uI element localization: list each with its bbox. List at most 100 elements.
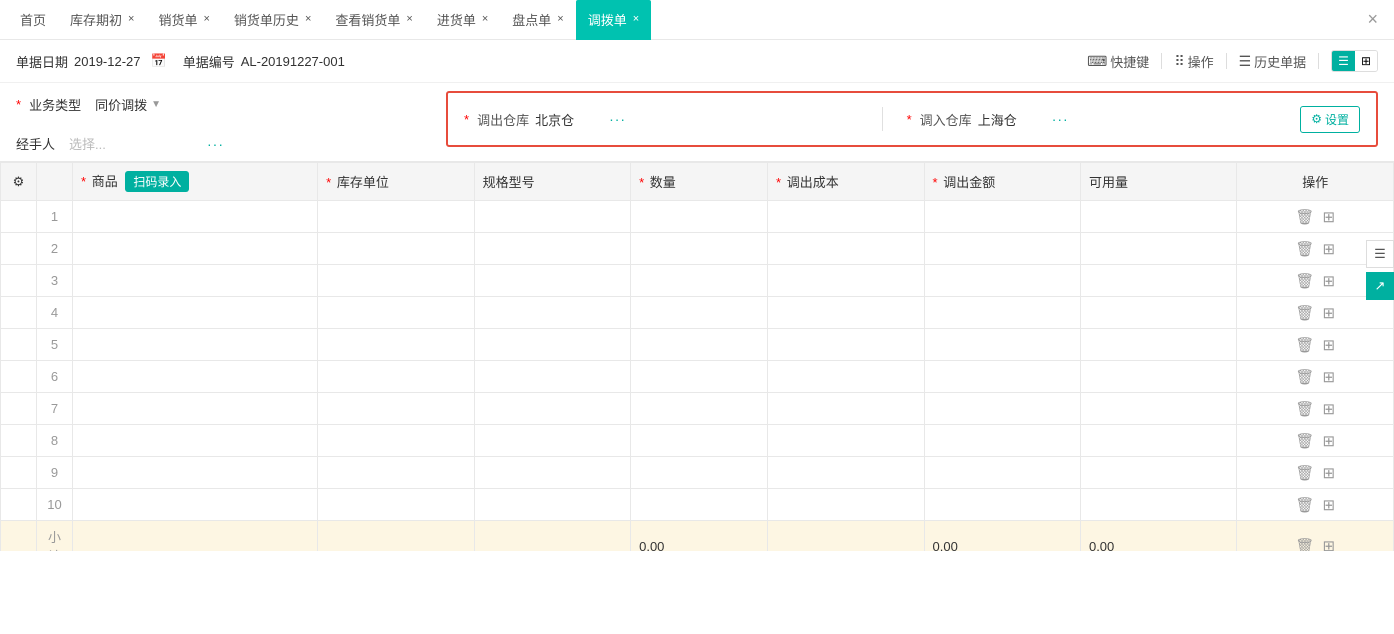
row-amount-cell[interactable] [924,361,1080,393]
tab-view-sales[interactable]: 查看销货单 × [323,0,424,40]
row-spec-cell[interactable] [474,297,630,329]
tab-sales-order[interactable]: 销货单 × [146,0,221,40]
tab-inventory-check[interactable]: 盘点单 × [500,0,575,40]
tab-inventory-open-close[interactable]: × [128,14,134,25]
row-qty-cell[interactable] [631,233,768,265]
row-cost-cell[interactable] [768,425,924,457]
tab-inventory-open[interactable]: 库存期初 × [58,0,146,40]
row-cost-cell[interactable] [768,489,924,521]
copy-icon[interactable]: ⊞ [1322,304,1335,322]
row-product-cell[interactable] [73,489,318,521]
tab-transfer-order-close[interactable]: × [633,14,639,25]
copy-icon[interactable]: ⊞ [1322,240,1335,258]
view-toggle-grid[interactable]: ⊞ [1355,51,1377,71]
row-available-cell[interactable] [1080,297,1236,329]
row-spec-cell[interactable] [474,233,630,265]
row-cost-cell[interactable] [768,329,924,361]
row-available-cell[interactable] [1080,329,1236,361]
warehouse-out-more-icon[interactable]: ··· [609,111,626,127]
row-available-cell[interactable] [1080,489,1236,521]
row-spec-cell[interactable] [474,329,630,361]
warehouse-in-more-icon[interactable]: ··· [1052,111,1069,127]
handler-more-icon[interactable]: ··· [207,136,224,152]
delete-icon[interactable]: 🗑 [1295,272,1314,290]
tab-view-sales-close[interactable]: × [406,14,412,25]
delete-icon[interactable]: 🗑 [1295,368,1314,386]
row-unit-cell[interactable] [318,361,474,393]
row-product-cell[interactable] [73,425,318,457]
row-amount-cell[interactable] [924,297,1080,329]
row-amount-cell[interactable] [924,489,1080,521]
copy-icon[interactable]: ⊞ [1322,432,1335,450]
row-amount-cell[interactable] [924,393,1080,425]
right-expand-btn[interactable]: ↗ [1366,272,1394,300]
row-cost-cell[interactable] [768,233,924,265]
copy-icon[interactable]: ⊞ [1322,208,1335,226]
row-spec-cell[interactable] [474,361,630,393]
business-type-select[interactable]: 同价调拨 ▼ [87,91,207,118]
row-unit-cell[interactable] [318,457,474,489]
tab-purchase-order-close[interactable]: × [482,14,488,25]
row-spec-cell[interactable] [474,393,630,425]
row-unit-cell[interactable] [318,201,474,233]
copy-icon[interactable]: ⊞ [1322,400,1335,418]
copy-icon[interactable]: ⊞ [1322,272,1335,290]
view-toggle-list[interactable]: ☰ [1332,51,1355,71]
tab-transfer-order[interactable]: 调拨单 × [576,0,651,40]
row-available-cell[interactable] [1080,361,1236,393]
row-unit-cell[interactable] [318,393,474,425]
delete-icon[interactable]: 🗑 [1295,496,1314,514]
row-product-cell[interactable] [73,233,318,265]
delete-icon[interactable]: 🗑 [1295,208,1314,226]
row-unit-cell[interactable] [318,425,474,457]
row-available-cell[interactable] [1080,425,1236,457]
scan-entry-button[interactable]: 扫码录入 [125,171,189,192]
tab-sales-history-close[interactable]: × [305,14,311,25]
row-product-cell[interactable] [73,265,318,297]
delete-icon[interactable]: 🗑 [1295,464,1314,482]
copy-icon[interactable]: ⊞ [1322,336,1335,354]
tab-purchase-order[interactable]: 进货单 × [425,0,500,40]
handler-select[interactable]: 选择... [61,130,201,157]
row-qty-cell[interactable] [631,425,768,457]
row-amount-cell[interactable] [924,457,1080,489]
copy-icon[interactable]: ⊞ [1322,537,1335,551]
row-qty-cell[interactable] [631,361,768,393]
operation-btn[interactable]: ⠿ 操作 [1174,52,1213,71]
shortcut-btn[interactable]: ⌨ 快捷键 [1087,52,1149,71]
row-unit-cell[interactable] [318,297,474,329]
row-available-cell[interactable] [1080,265,1236,297]
row-qty-cell[interactable] [631,201,768,233]
calendar-icon[interactable]: 📅 [151,53,167,69]
row-qty-cell[interactable] [631,393,768,425]
row-product-cell[interactable] [73,329,318,361]
row-available-cell[interactable] [1080,393,1236,425]
delete-icon[interactable]: 🗑 [1295,304,1314,322]
row-product-cell[interactable] [73,457,318,489]
tab-sales-history[interactable]: 销货单历史 × [222,0,323,40]
delete-icon[interactable]: 🗑 [1295,432,1314,450]
copy-icon[interactable]: ⊞ [1322,368,1335,386]
row-product-cell[interactable] [73,393,318,425]
row-qty-cell[interactable] [631,489,768,521]
window-close-button[interactable]: × [1359,9,1386,30]
row-cost-cell[interactable] [768,457,924,489]
col-settings-header[interactable]: ⚙ [1,163,37,201]
row-available-cell[interactable] [1080,457,1236,489]
delete-icon[interactable]: 🗑 [1295,537,1314,551]
row-cost-cell[interactable] [768,297,924,329]
tab-home[interactable]: 首页 [8,0,58,40]
right-list-btn[interactable]: ☰ [1366,240,1394,268]
delete-icon[interactable]: 🗑 [1295,336,1314,354]
row-unit-cell[interactable] [318,265,474,297]
history-btn[interactable]: ☰ 历史单据 [1239,52,1307,71]
row-product-cell[interactable] [73,201,318,233]
copy-icon[interactable]: ⊞ [1322,464,1335,482]
tab-sales-order-close[interactable]: × [203,14,209,25]
row-qty-cell[interactable] [631,329,768,361]
row-unit-cell[interactable] [318,233,474,265]
row-amount-cell[interactable] [924,329,1080,361]
tab-inventory-check-close[interactable]: × [557,14,563,25]
row-amount-cell[interactable] [924,265,1080,297]
delete-icon[interactable]: 🗑 [1295,400,1314,418]
